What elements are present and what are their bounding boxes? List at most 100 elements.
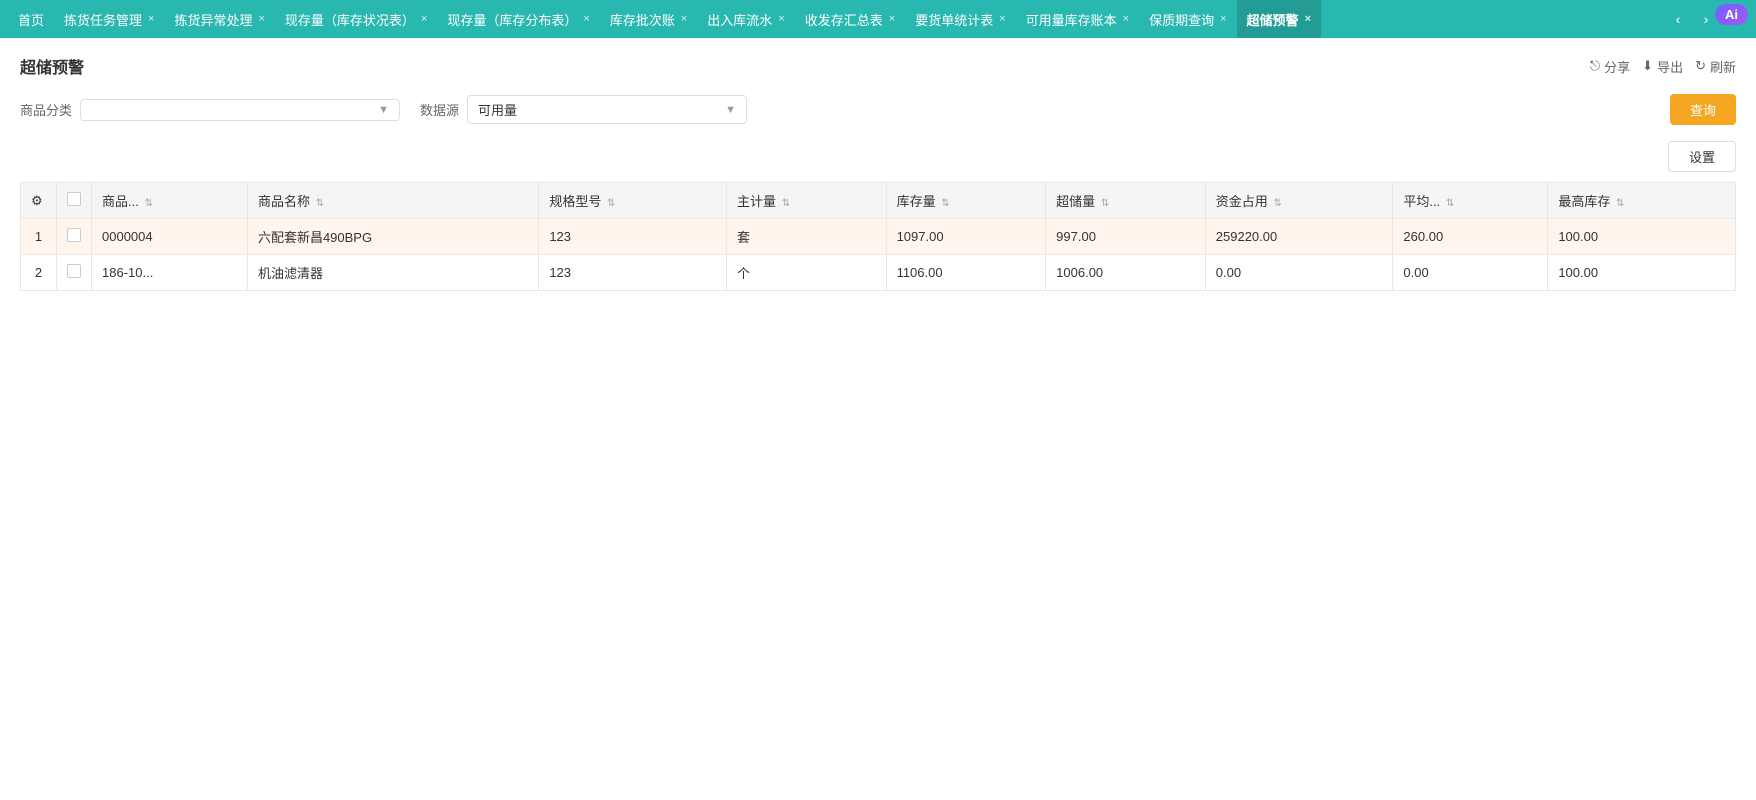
export-icon: ⬇ bbox=[1642, 58, 1653, 74]
category-filter: 商品分类 ▼ bbox=[20, 99, 400, 121]
page-content: 超储预警 ⎋ 分享 ⬇ 导出 ↻ 刷新 商品分类 ▼ 数据源 bbox=[0, 38, 1756, 800]
cell-max-stock: 100.00 bbox=[1548, 219, 1736, 255]
sort-icon: ⇅ bbox=[1446, 198, 1454, 209]
nav-item-summary[interactable]: 收发存汇总表 × bbox=[795, 0, 905, 38]
settings-button[interactable]: 设置 bbox=[1668, 141, 1736, 172]
nav-prev-button[interactable]: ‹ bbox=[1664, 0, 1692, 38]
ai-badge[interactable]: Ai bbox=[1715, 4, 1748, 25]
cell-capital: 0.00 bbox=[1205, 255, 1393, 291]
cell-stock: 1106.00 bbox=[886, 255, 1046, 291]
col-label-avg: 平均... bbox=[1403, 194, 1440, 209]
col-unit[interactable]: 主计量 ⇅ bbox=[726, 183, 886, 219]
table-header: ⚙ 商品... ⇅ 商品名称 ⇅ 规格型号 ⇅ 主计量 bbox=[21, 183, 1736, 219]
datasource-value: 可用量 bbox=[478, 100, 517, 119]
sort-icon: ⇅ bbox=[782, 198, 790, 209]
data-table: ⚙ 商品... ⇅ 商品名称 ⇅ 规格型号 ⇅ 主计量 bbox=[20, 182, 1736, 291]
col-spec[interactable]: 规格型号 ⇅ bbox=[539, 183, 727, 219]
nav-item-batch[interactable]: 库存批次账 × bbox=[600, 0, 697, 38]
nav-item-expiry[interactable]: 保质期查询 × bbox=[1139, 0, 1236, 38]
close-icon[interactable]: × bbox=[421, 13, 427, 25]
datasource-label: 数据源 bbox=[420, 100, 459, 119]
sort-icon: ⇅ bbox=[1616, 198, 1624, 209]
col-label-product-name: 商品名称 bbox=[258, 194, 310, 209]
select-all-header[interactable] bbox=[57, 183, 92, 219]
col-capital[interactable]: 资金占用 ⇅ bbox=[1205, 183, 1393, 219]
cell-unit: 个 bbox=[726, 255, 886, 291]
cell-product-code: 0000004 bbox=[92, 219, 248, 255]
filter-actions: 查询 bbox=[1670, 94, 1736, 125]
gear-column-header[interactable]: ⚙ bbox=[21, 183, 57, 219]
table-row: 1 0000004 六配套新昌490BPG 123 套 1097.00 997.… bbox=[21, 219, 1736, 255]
row-checkbox[interactable] bbox=[67, 264, 81, 278]
sort-icon: ⇅ bbox=[941, 198, 949, 209]
cell-stock: 1097.00 bbox=[886, 219, 1046, 255]
close-icon[interactable]: × bbox=[778, 13, 784, 25]
chevron-down-icon: ▼ bbox=[378, 104, 389, 116]
row-number: 2 bbox=[21, 255, 57, 291]
table-body: 1 0000004 六配套新昌490BPG 123 套 1097.00 997.… bbox=[21, 219, 1736, 291]
cell-avg: 0.00 bbox=[1393, 255, 1548, 291]
nav-item-available[interactable]: 可用量库存账本 × bbox=[1016, 0, 1139, 38]
col-label-unit: 主计量 bbox=[737, 194, 776, 209]
col-max-stock[interactable]: 最高库存 ⇅ bbox=[1548, 183, 1736, 219]
nav-item-pick-task[interactable]: 拣货任务管理 × bbox=[54, 0, 164, 38]
nav-bar: 首页 拣货任务管理 × 拣货异常处理 × 现存量（库存状况表） × 现存量（库存… bbox=[0, 0, 1756, 38]
nav-item-flow[interactable]: 出入库流水 × bbox=[697, 0, 794, 38]
category-select[interactable]: ▼ bbox=[80, 99, 400, 121]
row-number: 1 bbox=[21, 219, 57, 255]
close-icon[interactable]: × bbox=[1220, 13, 1226, 25]
col-overflow[interactable]: 超储量 ⇅ bbox=[1046, 183, 1206, 219]
col-avg[interactable]: 平均... ⇅ bbox=[1393, 183, 1548, 219]
cell-capital: 259220.00 bbox=[1205, 219, 1393, 255]
filter-row: 商品分类 ▼ 数据源 可用量 ▼ 查询 bbox=[20, 94, 1736, 125]
select-all-checkbox[interactable] bbox=[67, 192, 81, 206]
cell-max-stock: 100.00 bbox=[1548, 255, 1736, 291]
cell-spec: 123 bbox=[539, 255, 727, 291]
close-icon[interactable]: × bbox=[681, 13, 687, 25]
sort-icon: ⇅ bbox=[607, 198, 615, 209]
col-product-code[interactable]: 商品... ⇅ bbox=[92, 183, 248, 219]
col-product-name[interactable]: 商品名称 ⇅ bbox=[247, 183, 538, 219]
cell-overflow: 1006.00 bbox=[1046, 255, 1206, 291]
close-icon[interactable]: × bbox=[1305, 13, 1311, 25]
nav-item-order-stat[interactable]: 要货单统计表 × bbox=[905, 0, 1015, 38]
nav-item-pick-abnormal[interactable]: 拣货异常处理 × bbox=[164, 0, 274, 38]
row-checkbox-cell[interactable] bbox=[57, 255, 92, 291]
nav-item-overflow[interactable]: 超储预警 × bbox=[1237, 0, 1321, 38]
sort-icon: ⇅ bbox=[1273, 198, 1281, 209]
cell-product-code: 186-10... bbox=[92, 255, 248, 291]
sort-icon: ⇅ bbox=[144, 198, 152, 209]
query-button[interactable]: 查询 bbox=[1670, 94, 1736, 125]
col-label-spec: 规格型号 bbox=[549, 194, 601, 209]
close-icon[interactable]: × bbox=[999, 13, 1005, 25]
row-checkbox[interactable] bbox=[67, 228, 81, 242]
close-icon[interactable]: × bbox=[583, 13, 589, 25]
page-title: 超储预警 bbox=[20, 54, 84, 78]
export-button[interactable]: ⬇ 导出 bbox=[1642, 57, 1683, 76]
settings-row: 设置 bbox=[20, 141, 1736, 172]
chevron-down-icon: ▼ bbox=[725, 104, 736, 116]
category-label: 商品分类 bbox=[20, 100, 72, 119]
close-icon[interactable]: × bbox=[889, 13, 895, 25]
nav-item-stock-dist[interactable]: 现存量（库存分布表） × bbox=[437, 0, 599, 38]
col-label-stock: 库存量 bbox=[897, 194, 936, 209]
row-checkbox-cell[interactable] bbox=[57, 219, 92, 255]
share-icon: ⎋ bbox=[1590, 58, 1600, 74]
close-icon[interactable]: × bbox=[1123, 13, 1129, 25]
datasource-filter: 数据源 可用量 ▼ bbox=[420, 95, 747, 124]
nav-item-home[interactable]: 首页 bbox=[8, 0, 54, 38]
refresh-button[interactable]: ↻ 刷新 bbox=[1695, 57, 1736, 76]
col-label-capital: 资金占用 bbox=[1216, 194, 1268, 209]
cell-unit: 套 bbox=[726, 219, 886, 255]
close-icon[interactable]: × bbox=[148, 13, 154, 25]
close-icon[interactable]: × bbox=[258, 13, 264, 25]
datasource-select[interactable]: 可用量 ▼ bbox=[467, 95, 747, 124]
table-row: 2 186-10... 机油滤清器 123 个 1106.00 1006.00 … bbox=[21, 255, 1736, 291]
cell-avg: 260.00 bbox=[1393, 219, 1548, 255]
nav-item-stock-status[interactable]: 现存量（库存状况表） × bbox=[275, 0, 437, 38]
sort-icon: ⇅ bbox=[316, 198, 324, 209]
col-label-product-code: 商品... bbox=[102, 194, 139, 209]
cell-product-name: 六配套新昌490BPG bbox=[247, 219, 538, 255]
share-button[interactable]: ⎋ 分享 bbox=[1590, 57, 1630, 76]
col-stock[interactable]: 库存量 ⇅ bbox=[886, 183, 1046, 219]
